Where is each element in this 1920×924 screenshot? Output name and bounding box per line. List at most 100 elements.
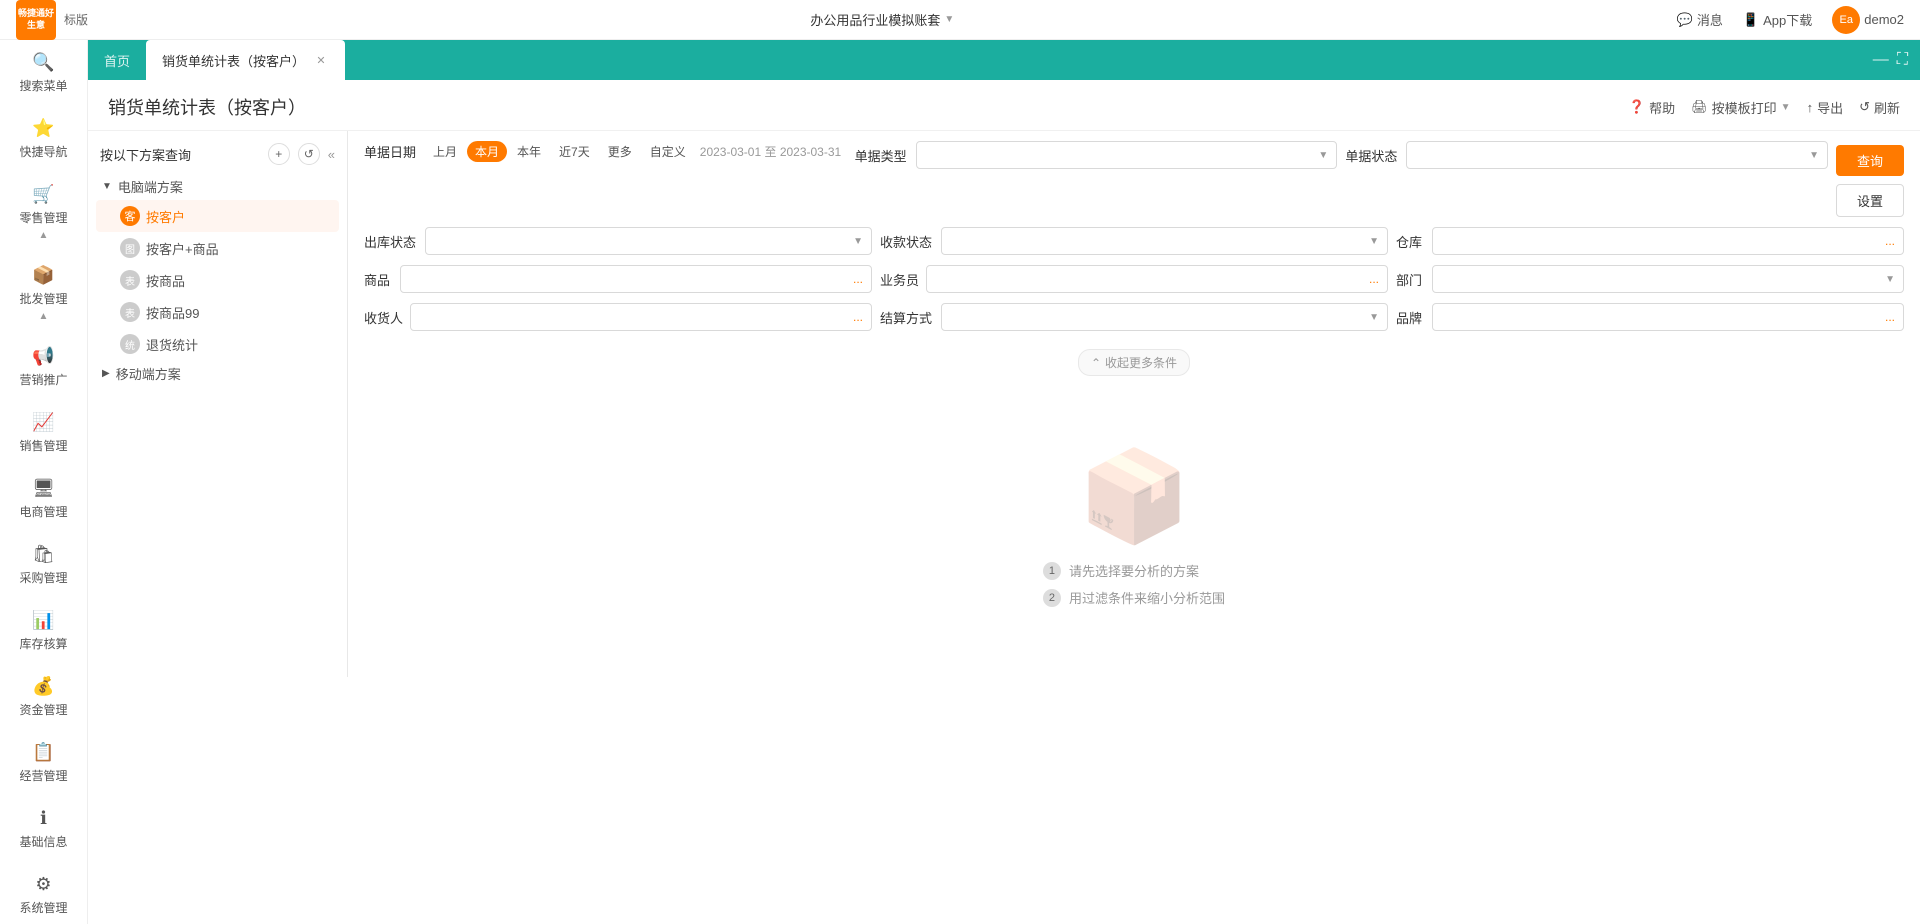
refresh-icon: ↺ xyxy=(1859,99,1870,115)
receiver-filter-cell: 收货人 ... xyxy=(364,303,872,331)
salesperson-more: ... xyxy=(1369,272,1379,286)
receiver-label: 收货人 xyxy=(364,308,404,327)
scheme-group-desktop-header[interactable]: ▼ 电脑端方案 xyxy=(96,173,339,200)
operation-icon: 📋 xyxy=(32,742,54,763)
refresh-btn[interactable]: ↺ 刷新 xyxy=(1859,98,1900,117)
sidebar-item-quick-nav[interactable]: ⭐ 快捷导航 xyxy=(0,106,87,172)
sidebar-item-basic-info[interactable]: ℹ 基础信息 xyxy=(0,796,87,862)
sidebar-label-retail: 零售管理 xyxy=(19,209,67,226)
tip-text-2: 用过滤条件来缩小分析范围 xyxy=(1069,588,1225,607)
receiver-select[interactable]: ... xyxy=(410,303,872,331)
scheme-item-label-by-product: 按商品 xyxy=(146,271,185,290)
scheme-item-by-product-99[interactable]: 表 按商品99 xyxy=(96,296,339,328)
export-btn[interactable]: ↑ 导出 xyxy=(1807,98,1844,117)
settings-button[interactable]: 设置 xyxy=(1836,184,1904,217)
collapse-btn[interactable]: ⌃ 收起更多条件 xyxy=(1078,349,1190,376)
collapse-scheme-btn[interactable]: « xyxy=(328,147,335,162)
date-btn-last-month[interactable]: 上月 xyxy=(425,141,465,162)
sidebar-item-sales[interactable]: 📈 销售管理 xyxy=(0,400,87,466)
user-profile[interactable]: Ea demo2 xyxy=(1832,6,1904,34)
tab-minimize-icon[interactable]: — xyxy=(1873,51,1889,69)
salesperson-select[interactable]: ... xyxy=(926,265,1388,293)
sidebar-item-system[interactable]: ⚙ 系统管理 xyxy=(0,862,87,924)
expand-icon-2: ▲ xyxy=(39,311,49,322)
topbar-left: 畅捷通好生意 标版 xyxy=(16,0,88,40)
settlement-select[interactable]: ▼ xyxy=(941,303,1388,331)
tab-maximize-icon[interactable]: ⛶ xyxy=(1897,51,1908,69)
label-text: 标版 xyxy=(64,11,88,28)
out-status-select[interactable]: ▼ xyxy=(425,227,872,255)
doc-type-label: 单据类型 xyxy=(855,146,910,165)
scheme-title: 按以下方案查询 xyxy=(100,145,191,164)
sidebar-item-wholesale[interactable]: 📦 批发管理 ▲ xyxy=(0,253,87,334)
empty-illustration: 📦 xyxy=(1078,444,1190,549)
warehouse-more: ... xyxy=(1885,234,1895,248)
brand-filter-cell: 品牌 ... xyxy=(1396,303,1904,331)
content-area: 首页 销货单统计表（按客户） ✕ — ⛶ 销货单统计表（按客户） ❓ 帮助 xyxy=(88,40,1920,924)
app-download-btn[interactable]: 📱 App下载 xyxy=(1743,10,1812,29)
sidebar-label-quick-nav: 快捷导航 xyxy=(19,143,67,160)
sidebar-item-purchase[interactable]: 🛍 采购管理 xyxy=(0,532,87,598)
out-status-chevron-icon: ▼ xyxy=(853,236,863,247)
export-icon: ↑ xyxy=(1807,100,1814,115)
sidebar-item-operation[interactable]: 📋 经营管理 xyxy=(0,730,87,796)
app-selector[interactable]: 办公用品行业模拟账套 ▼ xyxy=(810,10,954,29)
department-select[interactable]: ▼ xyxy=(1432,265,1904,293)
date-selector: 上月 本月 本年 近7天 更多 自定义 2023-03-01 至 2023-03… xyxy=(425,141,847,162)
sidebar-item-finance[interactable]: 💰 资金管理 xyxy=(0,664,87,730)
doc-status-select[interactable]: ▼ xyxy=(1406,141,1828,169)
sidebar-item-retail[interactable]: 🛒 零售管理 ▲ xyxy=(0,172,87,253)
date-btn-last-7-days[interactable]: 近7天 xyxy=(551,141,598,162)
payment-status-filter-cell: 收款状态 ▼ xyxy=(880,227,1388,255)
date-btn-this-month[interactable]: 本月 xyxy=(467,141,507,162)
date-btn-more[interactable]: 更多 xyxy=(600,141,640,162)
settlement-filter-cell: 结算方式 ▼ xyxy=(880,303,1388,331)
sidebar-label-basic-info: 基础信息 xyxy=(19,833,67,850)
doc-status-filter-cell: 单据状态 ▼ xyxy=(1345,141,1828,169)
download-icon: 📱 xyxy=(1743,12,1759,28)
tab-home[interactable]: 首页 xyxy=(88,40,146,80)
product-filter-cell: 商品 ... xyxy=(364,265,872,293)
scheme-header: 按以下方案查询 + ↺ « xyxy=(88,139,347,173)
query-button[interactable]: 查询 xyxy=(1836,145,1904,176)
main-layout: 🔍 搜索菜单 ⭐ 快捷导航 🛒 零售管理 ▲ 📦 批发管理 ▲ 📢 营销推广 📈… xyxy=(0,40,1920,924)
tip-num-1: 1 xyxy=(1043,562,1061,580)
tab-close-icon[interactable]: ✕ xyxy=(313,52,329,68)
date-btn-custom[interactable]: 自定义 xyxy=(642,141,694,162)
sidebar-item-inventory[interactable]: 📊 库存核算 xyxy=(0,598,87,664)
scheme-item-label-by-customer-product: 按客户+商品 xyxy=(146,239,219,258)
warehouse-select[interactable]: ... xyxy=(1432,227,1904,255)
collapse-row: ⌃ 收起更多条件 xyxy=(364,341,1904,384)
by-customer-product-icon: 图 xyxy=(120,238,140,258)
scheme-item-by-customer[interactable]: 客 按客户 xyxy=(96,200,339,232)
brand-select[interactable]: ... xyxy=(1432,303,1904,331)
help-btn[interactable]: ❓ 帮助 xyxy=(1629,98,1675,117)
settlement-label: 结算方式 xyxy=(880,308,935,327)
sidebar-item-search-menu[interactable]: 🔍 搜索菜单 xyxy=(0,40,87,106)
inventory-icon: 📊 xyxy=(32,610,54,631)
quick-nav-icon: ⭐ xyxy=(32,118,54,139)
date-btn-this-year[interactable]: 本年 xyxy=(509,141,549,162)
message-btn[interactable]: 💬 消息 xyxy=(1677,10,1723,29)
sidebar-label-marketing: 营销推广 xyxy=(19,371,67,388)
tab-sales-stat[interactable]: 销货单统计表（按客户） ✕ xyxy=(146,40,345,80)
department-filter-cell: 部门 ▼ xyxy=(1396,265,1904,293)
out-status-label: 出库状态 xyxy=(364,232,419,251)
scheme-item-return-stats[interactable]: 统 退货统计 xyxy=(96,328,339,360)
scheme-item-by-customer-product[interactable]: 图 按客户+商品 xyxy=(96,232,339,264)
add-scheme-btn[interactable]: + xyxy=(268,143,290,165)
refresh-scheme-btn[interactable]: ↺ xyxy=(298,143,320,165)
payment-status-select[interactable]: ▼ xyxy=(941,227,1388,255)
print-expand-icon: ▼ xyxy=(1781,102,1791,113)
product-select[interactable]: ... xyxy=(400,265,872,293)
sidebar-item-marketing[interactable]: 📢 营销推广 xyxy=(0,334,87,400)
page-header-actions: ❓ 帮助 🖨 按模板打印 ▼ ↑ 导出 ↺ 刷新 xyxy=(1629,98,1900,117)
tip-text-1: 请先选择要分析的方案 xyxy=(1069,561,1199,580)
scheme-group-mobile-header[interactable]: ▶ 移动端方案 xyxy=(96,360,339,387)
scheme-item-by-product[interactable]: 表 按商品 xyxy=(96,264,339,296)
logo-text: 畅捷通好生意 xyxy=(16,8,56,31)
print-btn[interactable]: 🖨 按模板打印 ▼ xyxy=(1691,98,1790,117)
sidebar-item-ecommerce[interactable]: 🖥 电商管理 xyxy=(0,466,87,532)
scheme-panel: 按以下方案查询 + ↺ « ▼ 电脑端方案 xyxy=(88,131,348,677)
doc-type-select[interactable]: ▼ xyxy=(916,141,1338,169)
